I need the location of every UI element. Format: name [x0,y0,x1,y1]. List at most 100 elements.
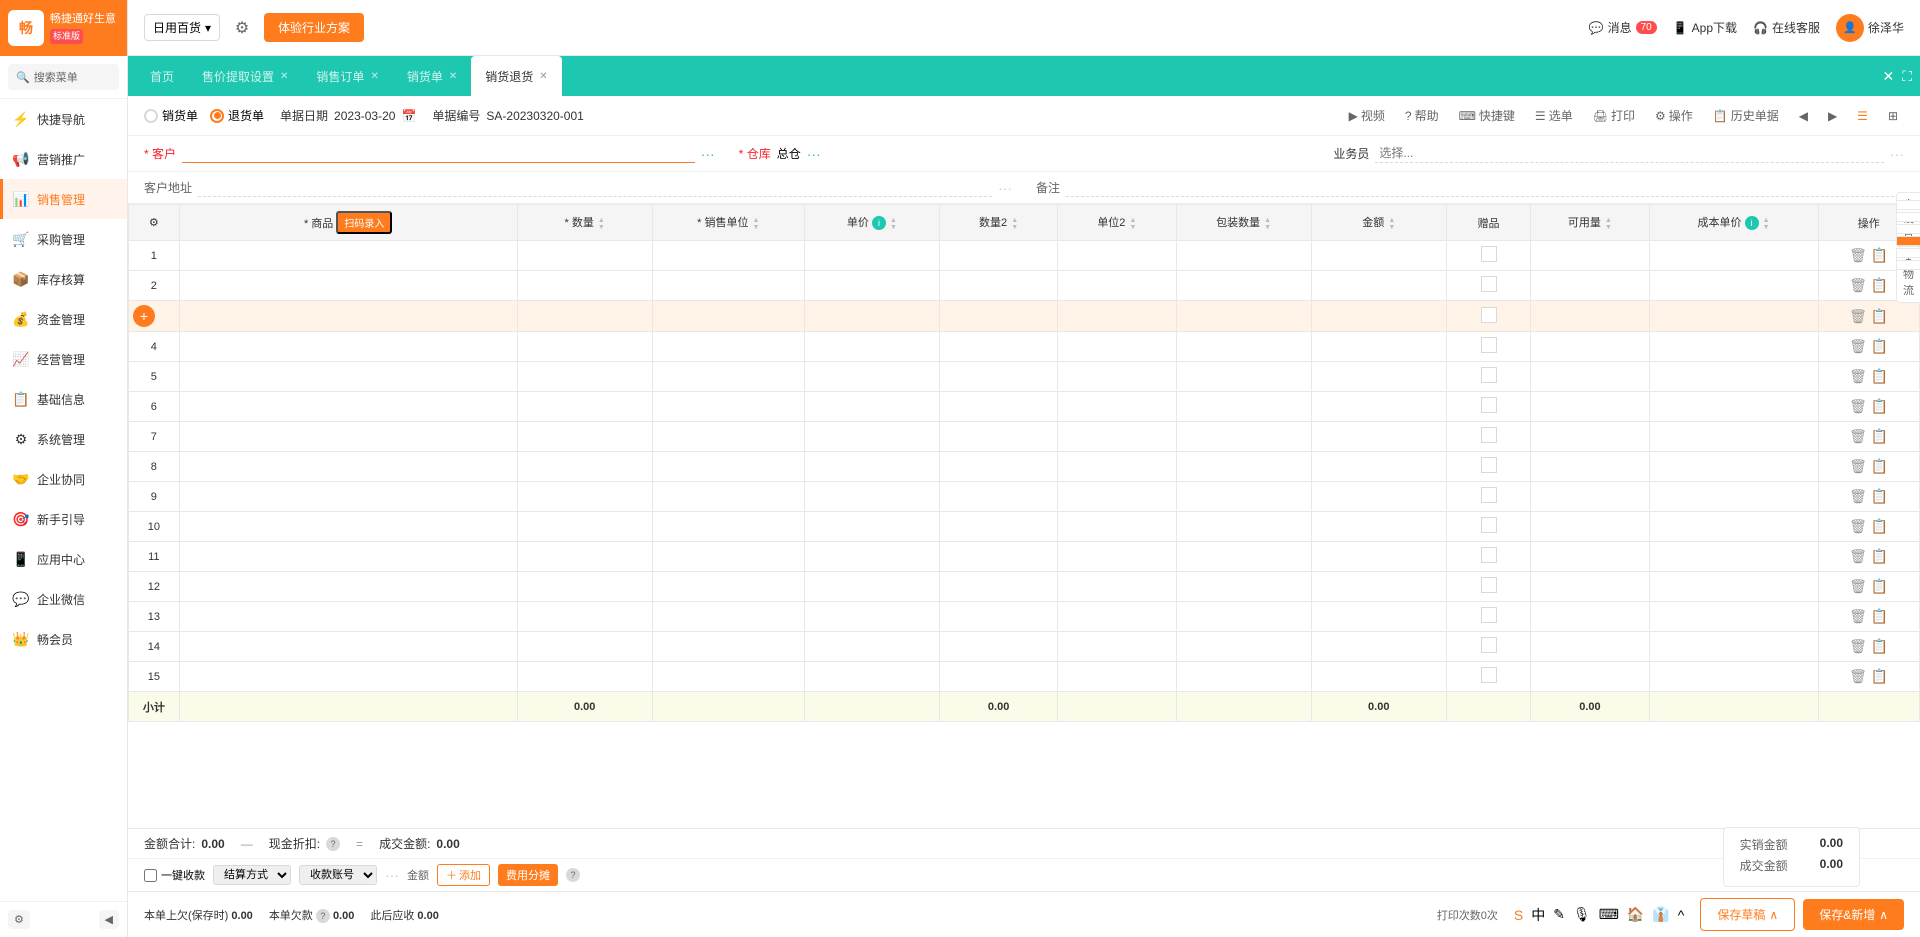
save-new-btn[interactable]: 保存&新增 ∧ [1803,899,1904,930]
qty-cell-1[interactable] [517,241,652,271]
radio-sales[interactable]: 销货单 [144,107,198,124]
pack-qty-cell-12[interactable] [1176,572,1311,602]
gift-checkbox-5[interactable] [1481,367,1497,383]
qty2-cell-2[interactable] [939,271,1057,301]
module-select[interactable]: 日用百货 ▾ [144,14,220,41]
unit2-cell-9[interactable] [1058,482,1176,512]
copy-icon-6[interactable]: 📋 [1871,398,1888,415]
sidebar-item-member[interactable]: 👑畅会员 [0,619,127,659]
pack-qty-cell-7[interactable] [1176,422,1311,452]
calc-method-select[interactable]: 结算方式 [213,865,291,885]
delete-icon-1[interactable]: 🗑 [1849,247,1867,264]
avail-cell-14[interactable] [1531,632,1649,662]
copy-icon-9[interactable]: 📋 [1871,488,1888,505]
product-cell-4[interactable] [179,332,517,362]
video-btn[interactable]: ▶ 视频 [1343,104,1391,127]
view-list-btn[interactable]: ☰ [1851,106,1874,126]
sales-unit-cell-15[interactable] [652,662,804,692]
sales-unit-cell-7[interactable] [652,422,804,452]
gift-cell-5[interactable] [1446,362,1530,392]
salesperson-input[interactable] [1375,144,1884,163]
pack-qty-cell-1[interactable] [1176,241,1311,271]
unit2-cell-5[interactable] [1058,362,1176,392]
tab-sales-order[interactable]: 销售订单✕ [302,56,392,96]
avail-cell-13[interactable] [1531,602,1649,632]
tab-close-sales-order[interactable]: ✕ [370,71,378,82]
amount-cell-15[interactable] [1311,662,1446,692]
copy-icon-11[interactable]: 📋 [1871,548,1888,565]
pack-qty-cell-14[interactable] [1176,632,1311,662]
unit2-cell-14[interactable] [1058,632,1176,662]
avail-cell-4[interactable] [1531,332,1649,362]
delete-icon-6[interactable]: 🗑 [1849,398,1867,415]
unit2-cell-7[interactable] [1058,422,1176,452]
gift-cell-3[interactable] [1446,301,1530,332]
copy-icon-1[interactable]: 📋 [1871,247,1888,264]
cost-cell-3[interactable] [1649,301,1818,332]
qty-cell-10[interactable] [517,512,652,542]
price-cell-2[interactable] [804,271,939,301]
view-grid-btn[interactable]: ⊞ [1882,106,1904,126]
unit2-cell-2[interactable] [1058,271,1176,301]
th-settings[interactable]: ⚙ [129,205,180,241]
tab-home[interactable]: 首页 [136,56,188,96]
avail-cell-3[interactable] [1531,301,1649,332]
copy-icon-12[interactable]: 📋 [1871,578,1888,595]
edge-btn-6[interactable] [1896,260,1920,270]
gift-cell-10[interactable] [1446,512,1530,542]
copy-icon-8[interactable]: 📋 [1871,458,1888,475]
cost-cell-1[interactable] [1649,241,1818,271]
online-service-action[interactable]: 🎧 在线客服 [1753,19,1820,36]
qty-cell-4[interactable] [517,332,652,362]
gift-cell-8[interactable] [1446,452,1530,482]
gift-checkbox-9[interactable] [1481,487,1497,503]
gift-cell-11[interactable] [1446,542,1530,572]
price-info-icon[interactable]: i [872,216,886,230]
help-btn[interactable]: ? 帮助 [1399,104,1445,127]
tab-close-sales[interactable]: ✕ [449,71,457,82]
amount-cell-6[interactable] [1311,392,1446,422]
select-btn[interactable]: ☰ 选单 [1529,104,1579,127]
price-cell-15[interactable] [804,662,939,692]
gift-checkbox-10[interactable] [1481,517,1497,533]
sales-unit-cell-9[interactable] [652,482,804,512]
price-cell-13[interactable] [804,602,939,632]
one-click-payment-checkbox[interactable]: 一键收款 [144,867,205,883]
qty2-cell-5[interactable] [939,362,1057,392]
radio-return[interactable]: 退货单 [210,107,264,124]
cost-cell-4[interactable] [1649,332,1818,362]
amount-cell-4[interactable] [1311,332,1446,362]
debt-help-icon[interactable]: ? [316,909,330,923]
add-row-btn[interactable]: + [133,305,155,327]
edge-btn-5[interactable] [1896,248,1920,258]
pack-qty-cell-5[interactable] [1176,362,1311,392]
gift-cell-9[interactable] [1446,482,1530,512]
next-btn[interactable]: ▶ [1822,106,1843,126]
gift-checkbox-14[interactable] [1481,637,1497,653]
unit2-cell-12[interactable] [1058,572,1176,602]
pack-qty-cell-15[interactable] [1176,662,1311,692]
price-cell-12[interactable] [804,572,939,602]
close-tab-button[interactable]: ✕ [1882,68,1894,85]
cost-cell-12[interactable] [1649,572,1818,602]
sales-unit-cell-5[interactable] [652,362,804,392]
qty2-cell-3[interactable] [939,301,1057,332]
product-cell-11[interactable] [179,542,517,572]
qty-cell-3[interactable] [517,301,652,332]
address-dots[interactable]: ··· [998,180,1012,196]
warehouse-dots[interactable]: ··· [807,146,821,162]
pack-qty-cell-8[interactable] [1176,452,1311,482]
amount-cell-8[interactable] [1311,452,1446,482]
sidebar-settings-button[interactable]: ⚙ [8,910,30,929]
sidebar-item-wechat[interactable]: 💬企业微信 [0,579,127,619]
qty-cell-13[interactable] [517,602,652,632]
amount-cell-3[interactable] [1311,301,1446,332]
product-cell-10[interactable] [179,512,517,542]
delete-icon-7[interactable]: 🗑 [1849,428,1867,445]
gift-checkbox-12[interactable] [1481,577,1497,593]
gift-cell-6[interactable] [1446,392,1530,422]
avail-cell-1[interactable] [1531,241,1649,271]
sidebar-item-operations[interactable]: 📈经营管理 [0,339,127,379]
qty2-cell-9[interactable] [939,482,1057,512]
avail-cell-7[interactable] [1531,422,1649,452]
